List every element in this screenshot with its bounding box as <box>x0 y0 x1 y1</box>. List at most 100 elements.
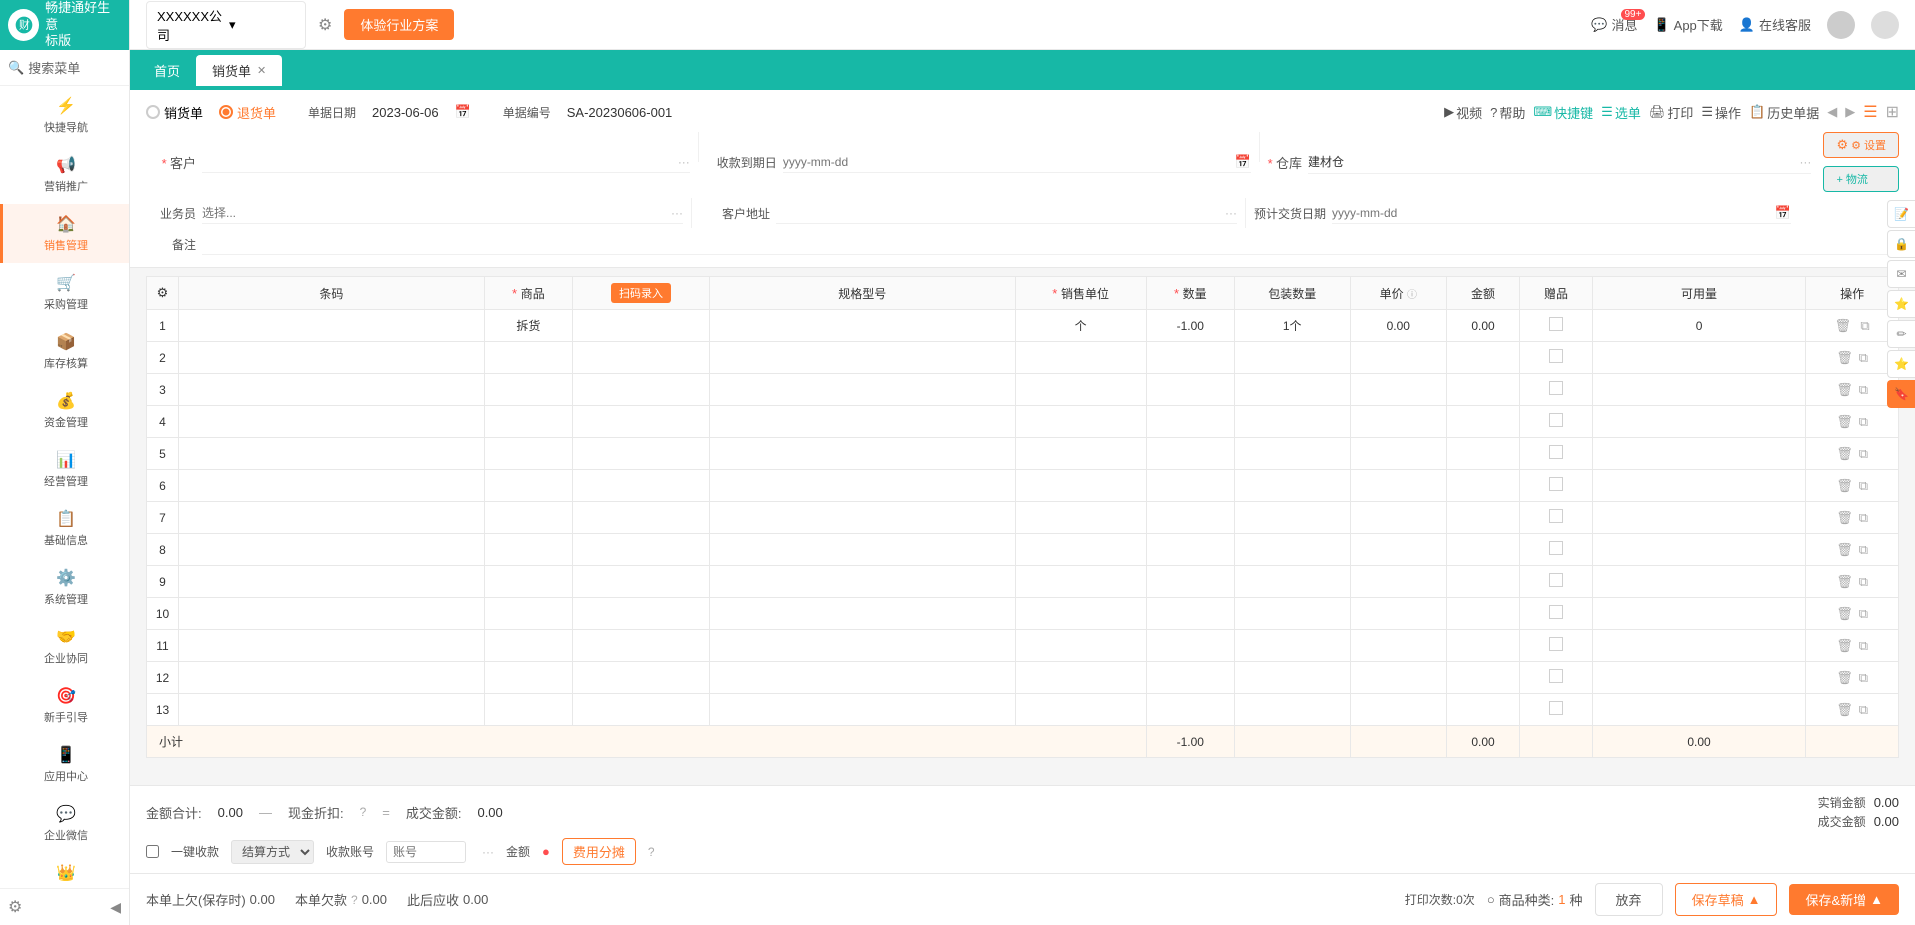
sidebar-item-guide[interactable]: 🎯 新手引导 <box>0 676 129 735</box>
copy-row-11-icon[interactable]: ⧉ <box>1859 638 1868 653</box>
remarks-input[interactable] <box>202 234 1899 254</box>
customer-dots-btn[interactable]: ··· <box>678 155 690 169</box>
sidebar-item-appstore[interactable]: 📱 应用中心 <box>0 735 129 794</box>
gift-checkbox-8[interactable] <box>1549 541 1563 555</box>
copy-row-12-icon[interactable]: ⧉ <box>1859 670 1868 685</box>
float-item-7[interactable]: 🔖 <box>1887 380 1915 408</box>
gift-checkbox-3[interactable] <box>1549 381 1563 395</box>
gift-checkbox-5[interactable] <box>1549 445 1563 459</box>
sidebar-item-ops[interactable]: 📊 经营管理 <box>0 440 129 499</box>
toolbar-select-btn[interactable]: ☰ 选单 <box>1601 103 1641 122</box>
sidebar-item-collab[interactable]: 🤝 企业协同 <box>0 617 129 676</box>
float-item-1[interactable]: 📝 <box>1887 200 1915 228</box>
debt-question-icon[interactable]: ? <box>351 893 358 907</box>
online-service-btn[interactable]: 👤 在线客服 <box>1739 15 1811 34</box>
save-draft-btn[interactable]: 保存草稿 ▲ <box>1675 883 1778 916</box>
avatar[interactable] <box>1827 11 1855 39</box>
fee-question-icon[interactable]: ? <box>648 845 655 859</box>
th-gear[interactable]: ⚙ <box>147 277 179 310</box>
expected-date-calendar-icon[interactable]: 📅 <box>1775 205 1791 221</box>
salesperson-dots-btn[interactable]: ··· <box>671 206 683 220</box>
sidebar-item-quick-nav[interactable]: ⚡ 快捷导航 <box>0 86 129 145</box>
toolbar-history-btn[interactable]: 📋 历史单据 <box>1749 103 1819 122</box>
gift-checkbox-13[interactable] <box>1549 701 1563 715</box>
gift-checkbox-7[interactable] <box>1549 509 1563 523</box>
scan-btn[interactable]: 扫码录入 <box>611 283 671 303</box>
app-download-btn[interactable]: 📱 App下载 <box>1653 15 1722 34</box>
gift-checkbox-4[interactable] <box>1549 413 1563 427</box>
sidebar-settings-icon[interactable]: ⚙ <box>8 897 22 917</box>
th-scan[interactable]: 扫码录入 <box>573 277 710 310</box>
float-item-4[interactable]: ⭐ <box>1887 290 1915 318</box>
sidebar-item-marketing[interactable]: 📢 营销推广 <box>0 145 129 204</box>
customer-input[interactable] <box>202 152 674 172</box>
abandon-btn[interactable]: 放弃 <box>1595 883 1663 916</box>
gift-checkbox-6[interactable] <box>1549 477 1563 491</box>
customer-addr-dots-btn[interactable]: ··· <box>1225 206 1237 220</box>
salesperson-input[interactable] <box>202 203 667 223</box>
tab-sales-order[interactable]: 销货单 ✕ <box>196 55 282 86</box>
view-toggle-grid[interactable]: ⊞ <box>1886 102 1899 122</box>
tab-close-icon[interactable]: ✕ <box>257 64 266 77</box>
sidebar-search[interactable]: 🔍 搜索菜单 <box>0 50 129 86</box>
float-item-3[interactable]: ✉ <box>1887 260 1915 288</box>
copy-row-3-icon[interactable]: ⧉ <box>1859 382 1868 397</box>
delete-row-3-icon[interactable]: 🗑 <box>1836 382 1853 397</box>
company-selector[interactable]: XXXXXX公司 ▾ <box>146 1 306 49</box>
experience-btn[interactable]: 体验行业方案 <box>344 9 454 40</box>
gift-checkbox-10[interactable] <box>1549 605 1563 619</box>
collect-date-calendar-icon[interactable]: 📅 <box>1234 154 1250 170</box>
copy-row-5-icon[interactable]: ⧉ <box>1859 446 1868 461</box>
view-toggle-list[interactable]: ☰ <box>1863 102 1877 122</box>
sidebar-item-finance[interactable]: 💰 资金管理 <box>0 381 129 440</box>
gift-checkbox-2[interactable] <box>1549 349 1563 363</box>
settings-btn[interactable]: ⚙ ⚙ 设置 <box>1823 132 1899 158</box>
delete-row-10-icon[interactable]: 🗑 <box>1836 606 1853 621</box>
copy-row-6-icon[interactable]: ⧉ <box>1859 478 1868 493</box>
collect-date-input[interactable] <box>783 152 1235 172</box>
delete-row-4-icon[interactable]: 🗑 <box>1836 414 1853 429</box>
tab-home[interactable]: 首页 <box>138 55 196 86</box>
delete-row-8-icon[interactable]: 🗑 <box>1836 542 1853 557</box>
radio-return-order[interactable]: 退货单 <box>219 103 276 122</box>
delete-row-1-icon[interactable]: 🗑 <box>1835 318 1852 333</box>
add-row-icon[interactable]: ● <box>542 844 550 859</box>
sidebar-item-sales[interactable]: 🏠 销售管理 <box>0 204 129 263</box>
float-item-6[interactable]: ⭐ <box>1887 350 1915 378</box>
account-input[interactable] <box>386 841 466 863</box>
copy-row-13-icon[interactable]: ⧉ <box>1859 702 1868 717</box>
toolbar-help-btn[interactable]: ? 帮助 <box>1490 103 1525 122</box>
sidebar-item-inventory[interactable]: 📦 库存核算 <box>0 322 129 381</box>
toolbar-ops-btn[interactable]: ☰ 操作 <box>1701 103 1741 122</box>
delete-row-7-icon[interactable]: 🗑 <box>1836 510 1853 525</box>
sidebar-item-wechat[interactable]: 💬 企业微信 <box>0 794 129 853</box>
toolbar-shortcut-btn[interactable]: ⌨ 快捷键 <box>1533 103 1593 122</box>
topbar-gear-icon[interactable]: ⚙ <box>318 15 332 35</box>
delete-row-9-icon[interactable]: 🗑 <box>1836 574 1853 589</box>
copy-row-7-icon[interactable]: ⧉ <box>1859 510 1868 525</box>
calc-method-select[interactable]: 结算方式 <box>231 840 314 864</box>
sidebar-collapse-icon[interactable]: ◀ <box>110 899 121 916</box>
customer-addr-input[interactable] <box>776 203 1221 223</box>
delete-row-13-icon[interactable]: 🗑 <box>1836 702 1853 717</box>
toolbar-print-btn[interactable]: 🖨 打印 <box>1649 103 1694 122</box>
nav-prev-icon[interactable]: ◀ <box>1827 104 1837 120</box>
sidebar-item-purchase[interactable]: 🛒 采购管理 <box>0 263 129 322</box>
avatar2[interactable] <box>1871 11 1899 39</box>
nav-next-icon[interactable]: ▶ <box>1845 104 1855 120</box>
radio-product-icon[interactable]: ○ <box>1487 892 1495 907</box>
copy-row-8-icon[interactable]: ⧉ <box>1859 542 1868 557</box>
gift-checkbox-9[interactable] <box>1549 573 1563 587</box>
one-click-pay-checkbox[interactable] <box>146 845 159 858</box>
calendar-icon[interactable]: 📅 <box>455 104 471 120</box>
copy-row-4-icon[interactable]: ⧉ <box>1859 414 1868 429</box>
expected-date-input[interactable] <box>1332 203 1775 223</box>
copy-row-1-icon[interactable]: ⧉ <box>1860 318 1869 333</box>
copy-row-10-icon[interactable]: ⧉ <box>1859 606 1868 621</box>
radio-sales-order[interactable]: 销货单 <box>146 103 203 122</box>
gift-checkbox-1[interactable] <box>1549 317 1563 331</box>
float-item-5[interactable]: ✏ <box>1887 320 1915 348</box>
account-dots-btn[interactable]: ··· <box>482 845 494 859</box>
gift-checkbox-12[interactable] <box>1549 669 1563 683</box>
delete-row-6-icon[interactable]: 🗑 <box>1836 478 1853 493</box>
